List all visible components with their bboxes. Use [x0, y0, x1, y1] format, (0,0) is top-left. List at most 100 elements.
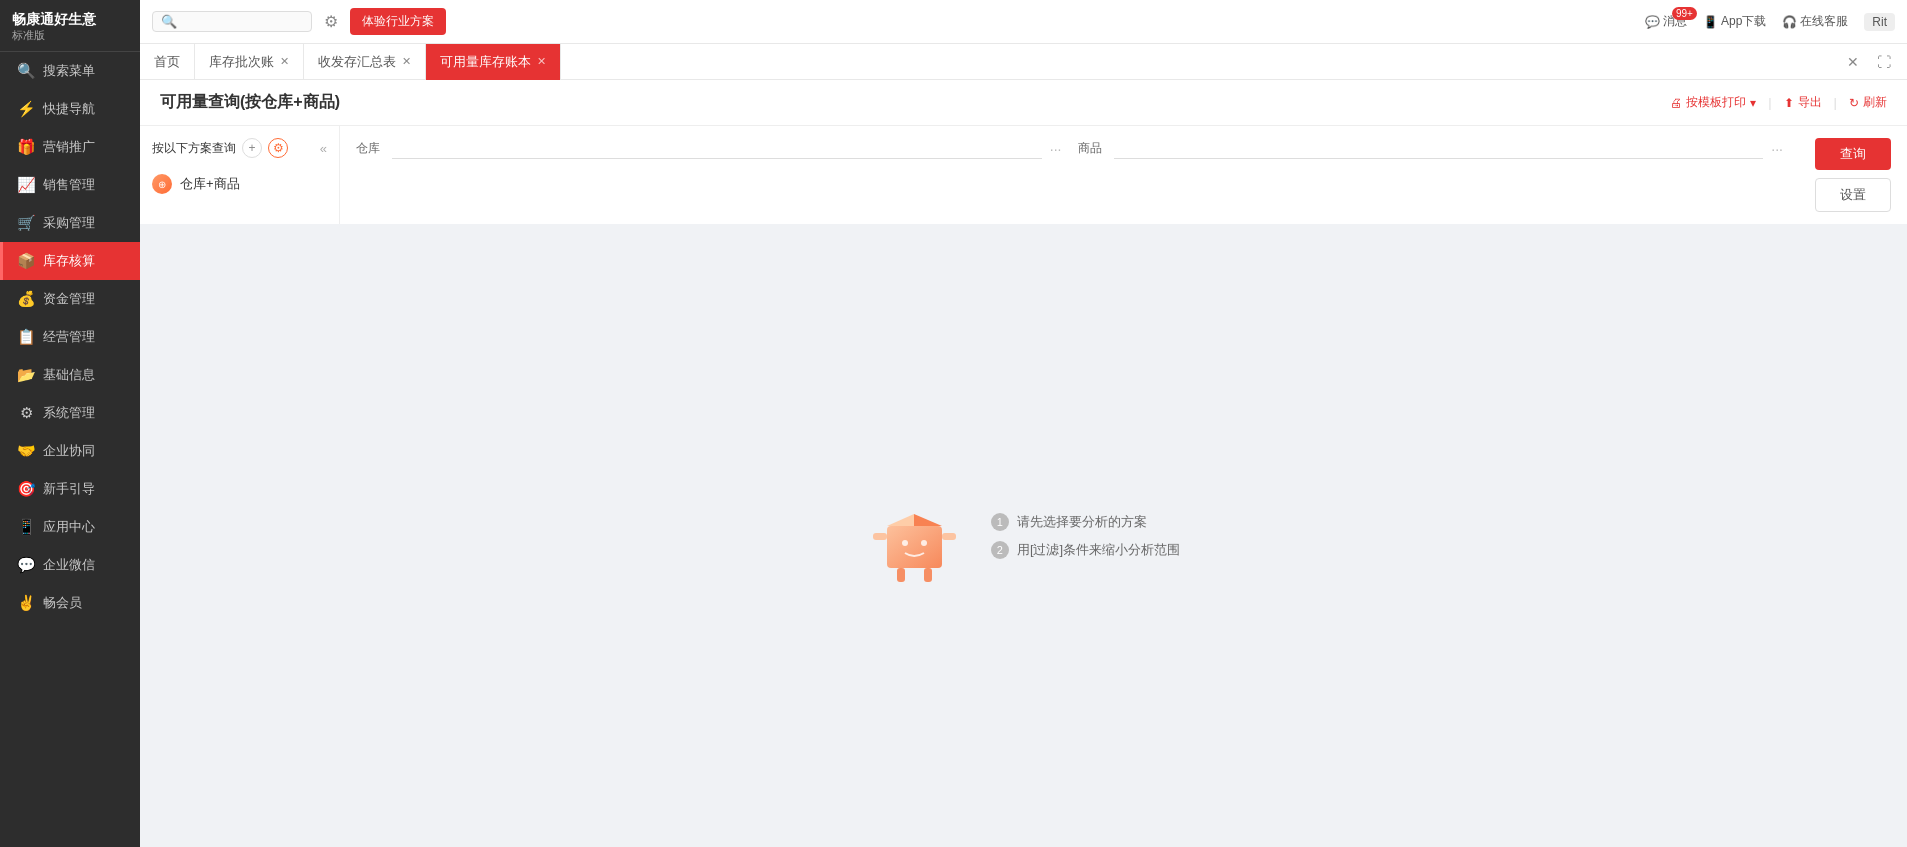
settings-button[interactable]: 设置 [1815, 178, 1891, 212]
add-scheme-button[interactable]: + [242, 138, 262, 158]
schemes-title: 按以下方案查询 [152, 140, 236, 157]
tab-label: 收发存汇总表 [318, 53, 396, 71]
print-label: 按模板打印 [1686, 94, 1746, 111]
goods-input[interactable] [1114, 138, 1764, 159]
sidebar-item-label: 库存核算 [43, 252, 95, 270]
query-button[interactable]: 查询 [1815, 138, 1891, 170]
tab-close-available[interactable]: ✕ [537, 55, 546, 68]
tab-available[interactable]: 可用量库存账本✕ [426, 44, 561, 80]
experience-button[interactable]: 体验行业方案 [350, 8, 446, 35]
query-area: 按以下方案查询 + ⚙ « ⊕ 仓库+商品 仓库 ··· 商品 [140, 126, 1907, 224]
sidebar-item-sales[interactable]: 📈 销售管理 [0, 166, 140, 204]
main-content: 🔍 ⚙ 体验行业方案 💬 消息 99+ 📱 App下载 🎧 在线客服 Rit [140, 0, 1907, 847]
sidebar-item-label: 销售管理 [43, 176, 95, 194]
svg-rect-8 [942, 533, 956, 540]
app-label: App下载 [1721, 13, 1766, 30]
sidebar-item-label: 企业协同 [43, 442, 95, 460]
sidebar-item-quicknav[interactable]: ⚡快捷导航 [0, 90, 140, 128]
enterprise-icon: 🤝 [17, 442, 35, 460]
export-button[interactable]: ⬆ 导出 [1784, 94, 1822, 111]
warehouse-more-icon[interactable]: ··· [1050, 141, 1062, 157]
gear-icon[interactable]: ⚙ [320, 12, 342, 31]
sidebar-item-purchase[interactable]: 🛒采购管理 [0, 204, 140, 242]
tab-close-batch[interactable]: ✕ [280, 55, 289, 68]
sidebar-item-vip[interactable]: ✌畅会员 [0, 584, 140, 622]
service-label: 在线客服 [1800, 13, 1848, 30]
sidebar-item-wecom[interactable]: 💬企业微信 [0, 546, 140, 584]
content-area: 可用量查询(按仓库+商品) 🖨 按模板打印 ▾ | ⬆ 导出 | ↻ 刷新 [140, 80, 1907, 847]
print-chevron-icon: ▾ [1750, 96, 1756, 110]
tabs-actions: ✕ ⛶ [1831, 52, 1907, 72]
tab-close-summary[interactable]: ✕ [402, 55, 411, 68]
wecom-icon: 💬 [17, 556, 35, 574]
empty-tips: 1 请先选择要分析的方案 2 用[过滤]条件来缩小分析范围 [991, 513, 1180, 559]
topbar-search-box[interactable]: 🔍 [152, 11, 312, 32]
sidebar-item-label: 应用中心 [43, 518, 95, 536]
export-icon: ⬆ [1784, 96, 1794, 110]
goods-more-icon[interactable]: ··· [1771, 141, 1783, 157]
svg-marker-2 [914, 514, 942, 526]
basic-icon: 📂 [17, 366, 35, 384]
page-actions: 🖨 按模板打印 ▾ | ⬆ 导出 | ↻ 刷新 [1670, 94, 1887, 111]
edit-scheme-button[interactable]: ⚙ [268, 138, 288, 158]
sidebar-item-enterprise[interactable]: 🤝 企业协同 [0, 432, 140, 470]
sidebar-item-label: 畅会员 [43, 594, 82, 612]
sidebar-item-guide[interactable]: 🎯新手引导 [0, 470, 140, 508]
query-schemes-panel: 按以下方案查询 + ⚙ « ⊕ 仓库+商品 [140, 126, 340, 224]
tab-label: 首页 [154, 53, 180, 71]
guide-icon: 🎯 [17, 480, 35, 498]
sidebar-item-operations[interactable]: 📋经营管理 [0, 318, 140, 356]
system-icon: ⚙ [17, 404, 35, 422]
sidebar-item-label: 搜索菜单 [43, 62, 95, 80]
sidebar-item-inventory[interactable]: 📦 库存核算 [0, 242, 140, 280]
export-label: 导出 [1798, 94, 1822, 111]
operations-icon: 📋 [17, 328, 35, 346]
topbar-right: 💬 消息 99+ 📱 App下载 🎧 在线客服 Rit [1645, 13, 1895, 31]
tab-expand-icon[interactable]: ⛶ [1871, 52, 1897, 72]
sidebar-item-apps[interactable]: 📱应用中心 [0, 508, 140, 546]
sidebar-item-label: 资金管理 [43, 290, 95, 308]
page-title: 可用量查询(按仓库+商品) [160, 92, 340, 113]
empty-tip-1: 1 请先选择要分析的方案 [991, 513, 1180, 531]
sidebar-item-search[interactable]: 🔍搜索菜单 [0, 52, 140, 90]
search-icon: 🔍 [161, 14, 177, 29]
svg-marker-1 [887, 514, 914, 526]
sidebar-scroll: 🔍搜索菜单⚡快捷导航🎁营销推广 📈 销售管理 🛒采购管理 📦 库存核算 💰 资金管理 📋经营管理… [0, 52, 140, 847]
tab-summary[interactable]: 收发存汇总表 ✕ [304, 44, 426, 80]
topbar-msg[interactable]: 💬 消息 99+ [1645, 13, 1687, 30]
scheme-item-warehouse-goods[interactable]: ⊕ 仓库+商品 [140, 166, 339, 202]
goods-label: 商品 [1078, 140, 1106, 157]
query-schemes-header: 按以下方案查询 + ⚙ « [140, 138, 339, 166]
sidebar-item-label: 营销推广 [43, 138, 95, 156]
finance-icon: 💰 [17, 290, 35, 308]
svg-rect-0 [887, 526, 942, 568]
sidebar-item-basic[interactable]: 📂基础信息 [0, 356, 140, 394]
warehouse-input[interactable] [392, 138, 1042, 159]
sales-icon: 📈 [17, 176, 35, 194]
inventory-icon: 📦 [17, 252, 35, 270]
sidebar-item-system[interactable]: ⚙系统管理 [0, 394, 140, 432]
goods-field: 商品 ··· [1078, 138, 1784, 159]
sidebar-item-marketing[interactable]: 🎁营销推广 [0, 128, 140, 166]
refresh-button[interactable]: ↻ 刷新 [1849, 94, 1887, 111]
sidebar-logo-sub: 标准版 [12, 28, 128, 43]
svg-point-3 [902, 540, 908, 546]
tab-batch[interactable]: 库存批次账✕ [195, 44, 304, 80]
sidebar-item-finance[interactable]: 💰 资金管理 [0, 280, 140, 318]
tab-home[interactable]: 首页 [140, 44, 195, 80]
app-icon: 📱 [1703, 15, 1718, 29]
topbar-service[interactable]: 🎧 在线客服 [1782, 13, 1848, 30]
empty-illustration [867, 486, 967, 586]
collapse-schemes-icon[interactable]: « [320, 141, 327, 156]
tab-close-all-icon[interactable]: ✕ [1841, 52, 1865, 72]
topbar-app-download[interactable]: 📱 App下载 [1703, 13, 1766, 30]
svg-point-4 [921, 540, 927, 546]
print-template-button[interactable]: 🖨 按模板打印 ▾ [1670, 94, 1756, 111]
svg-rect-6 [924, 568, 932, 582]
sidebar-item-label: 采购管理 [43, 214, 95, 232]
svg-rect-5 [897, 568, 905, 582]
topbar: 🔍 ⚙ 体验行业方案 💬 消息 99+ 📱 App下载 🎧 在线客服 Rit [140, 0, 1907, 44]
query-fields: 仓库 ··· 商品 ··· [340, 126, 1799, 224]
topbar-user[interactable]: Rit [1864, 13, 1895, 31]
topbar-search-input[interactable] [181, 15, 301, 29]
